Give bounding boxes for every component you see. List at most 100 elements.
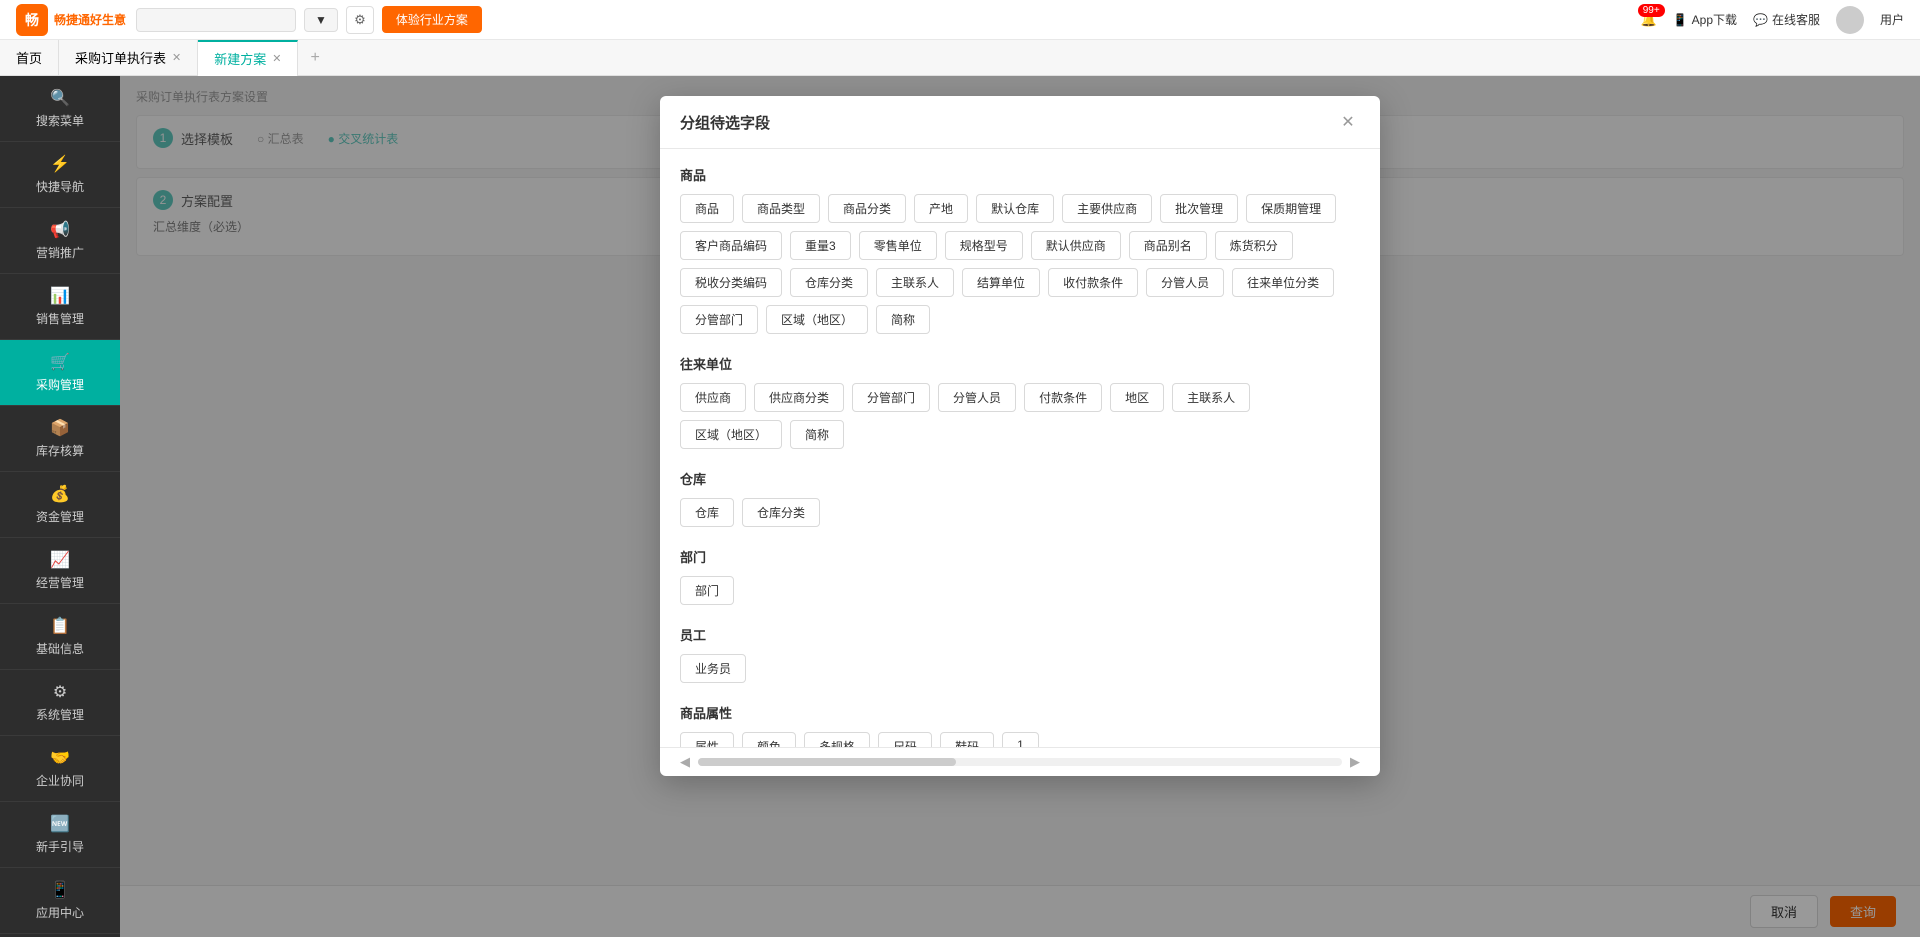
sidebar-item-search[interactable]: 🔍 搜索菜单 <box>0 76 120 142</box>
sidebar-item-enterprise-collab[interactable]: 🤝 企业协同 <box>0 736 120 802</box>
modal-close-button[interactable]: ✕ <box>1336 110 1360 134</box>
tab-add-button[interactable]: + <box>298 49 331 67</box>
notification-badge: 99+ <box>1638 4 1665 17</box>
field-tag-default-supplier[interactable]: 默认供应商 <box>1031 231 1121 260</box>
field-tag-supplier-category[interactable]: 供应商分类 <box>754 383 844 412</box>
operations-icon: 📈 <box>50 550 70 570</box>
field-tag-payment-terms[interactable]: 收付款条件 <box>1048 268 1138 297</box>
field-tag-area-region[interactable]: 区域（地区） <box>680 420 782 449</box>
search-icon: 🔍 <box>50 88 70 108</box>
field-tag-retail-unit[interactable]: 零售单位 <box>859 231 937 260</box>
section-warehouse-tags: 仓库 仓库分类 <box>680 498 1360 527</box>
logo-text: 畅捷通好生意 <box>54 11 126 28</box>
field-tag-counterparty-category[interactable]: 往来单位分类 <box>1232 268 1334 297</box>
field-tag-origin[interactable]: 产地 <box>914 194 968 223</box>
field-tag-goods[interactable]: 商品 <box>680 194 734 223</box>
sidebar: 🔍 搜索菜单 ⚡ 快捷导航 📢 营销推广 📊 销售管理 🛒 采购管理 📦 库存核… <box>0 76 120 937</box>
tab-purchase-order[interactable]: 采购订单执行表 ✕ <box>59 40 198 76</box>
field-tag-warehouse-cat[interactable]: 仓库分类 <box>742 498 820 527</box>
field-tag-supervisor[interactable]: 分管人员 <box>1146 268 1224 297</box>
scroll-right-arrow[interactable]: ▶ <box>1350 754 1360 770</box>
scroll-left-arrow[interactable]: ◀ <box>680 754 690 770</box>
field-tag-settlement-unit[interactable]: 结算单位 <box>962 268 1040 297</box>
section-warehouse: 仓库 仓库 仓库分类 <box>680 469 1360 527</box>
field-tag-goods-category[interactable]: 商品分类 <box>828 194 906 223</box>
field-tag-size[interactable]: 尺码 <box>878 732 932 747</box>
field-tag-salesperson[interactable]: 业务员 <box>680 654 746 683</box>
section-goods-tags: 商品 商品类型 商品分类 产地 默认仓库 主要供应商 批次管理 保质期管理 客户… <box>680 194 1360 334</box>
field-tag-dept-management[interactable]: 分管部门 <box>680 305 758 334</box>
sidebar-item-system[interactable]: ⚙ 系统管理 <box>0 670 120 736</box>
field-tag-payment-condition[interactable]: 付款条件 <box>1024 383 1102 412</box>
modal: 分组待选字段 ✕ 商品 商品 商品类型 商品分类 产地 默认仓库 主要供应商 <box>660 96 1380 776</box>
field-tag-short-name-cp[interactable]: 简称 <box>790 420 844 449</box>
field-tag-attribute[interactable]: 属性 <box>680 732 734 747</box>
sidebar-item-operations[interactable]: 📈 经营管理 <box>0 538 120 604</box>
field-tag-region-goods[interactable]: 区域（地区） <box>766 305 868 334</box>
field-tag-dept-person[interactable]: 分管人员 <box>938 383 1016 412</box>
section-employee: 员工 业务员 <box>680 625 1360 683</box>
new-guide-icon: 🆕 <box>50 814 70 834</box>
field-tag-weight3[interactable]: 重量3 <box>790 231 851 260</box>
tab-home[interactable]: 首页 <box>0 40 59 76</box>
field-tag-short-name-goods[interactable]: 简称 <box>876 305 930 334</box>
section-goods-title: 商品 <box>680 165 1360 184</box>
field-tag-customer-code[interactable]: 客户商品编码 <box>680 231 782 260</box>
field-tag-shelf-life[interactable]: 保质期管理 <box>1246 194 1336 223</box>
section-employee-title: 员工 <box>680 625 1360 644</box>
field-tag-main-supplier[interactable]: 主要供应商 <box>1062 194 1152 223</box>
tab-new-plan[interactable]: 新建方案 ✕ <box>198 40 298 76</box>
field-tag-main-contact[interactable]: 主联系人 <box>876 268 954 297</box>
app-center-icon: 📱 <box>50 880 70 900</box>
field-tag-default-warehouse[interactable]: 默认仓库 <box>976 194 1054 223</box>
horizontal-scrollbar[interactable] <box>698 758 1342 766</box>
sidebar-item-quick-nav[interactable]: ⚡ 快捷导航 <box>0 142 120 208</box>
download-icon: 📱 <box>1673 13 1688 27</box>
field-tag-warehouse-category[interactable]: 仓库分类 <box>790 268 868 297</box>
basic-info-icon: 📋 <box>50 616 70 636</box>
notification-area[interactable]: 🔔 99+ <box>1641 12 1657 28</box>
field-tag-batch-management[interactable]: 批次管理 <box>1160 194 1238 223</box>
sidebar-item-basic-info[interactable]: 📋 基础信息 <box>0 604 120 670</box>
content-area: 采购订单执行表方案设置 1 选择模板 ○ 汇总表 ● 交叉统计表 2 方案配置 … <box>120 76 1920 937</box>
gear-button[interactable]: ⚙ <box>346 6 374 34</box>
field-tag-goods-alias[interactable]: 商品别名 <box>1129 231 1207 260</box>
sidebar-item-new-guide[interactable]: 🆕 新手引导 <box>0 802 120 868</box>
section-counterparty-tags: 供应商 供应商分类 分管部门 分管人员 付款条件 地区 主联系人 区域（地区） … <box>680 383 1360 449</box>
tab-purchase-order-close[interactable]: ✕ <box>172 51 181 64</box>
field-tag-number-1[interactable]: 1 <box>1002 732 1039 747</box>
field-tag-spec-model[interactable]: 规格型号 <box>945 231 1023 260</box>
field-tag-warehouse[interactable]: 仓库 <box>680 498 734 527</box>
trial-button[interactable]: 体验行业方案 <box>382 6 482 33</box>
field-tag-region[interactable]: 地区 <box>1110 383 1164 412</box>
section-warehouse-title: 仓库 <box>680 469 1360 488</box>
enterprise-collab-icon: 🤝 <box>50 748 70 768</box>
sidebar-item-app-center[interactable]: 📱 应用中心 <box>0 868 120 934</box>
modal-overlay: 分组待选字段 ✕ 商品 商品 商品类型 商品分类 产地 默认仓库 主要供应商 <box>120 76 1920 937</box>
field-tag-supplier[interactable]: 供应商 <box>680 383 746 412</box>
search-input[interactable] <box>136 8 296 32</box>
field-tag-department[interactable]: 部门 <box>680 576 734 605</box>
field-tag-smelting-points[interactable]: 炼货积分 <box>1215 231 1293 260</box>
field-tag-multi-spec[interactable]: 多规格 <box>804 732 870 747</box>
field-tag-tax-code[interactable]: 税收分类编码 <box>680 268 782 297</box>
sidebar-item-purchase[interactable]: 🛒 采购管理 <box>0 340 120 406</box>
online-service-link[interactable]: 💬 在线客服 <box>1753 11 1820 28</box>
sidebar-item-inventory[interactable]: 📦 库存核算 <box>0 406 120 472</box>
field-tag-color[interactable]: 颜色 <box>742 732 796 747</box>
modal-body[interactable]: 商品 商品 商品类型 商品分类 产地 默认仓库 主要供应商 批次管理 保质期管理… <box>660 149 1380 747</box>
app-download-link[interactable]: 📱 App下载 <box>1673 11 1737 28</box>
user-avatar[interactable] <box>1836 6 1864 34</box>
modal-footer-scroll: ◀ ▶ <box>660 747 1380 776</box>
section-goods-attrs: 商品属性 属性 颜色 多规格 尺码 鞋码 1 <box>680 703 1360 747</box>
field-tag-shoe-size[interactable]: 鞋码 <box>940 732 994 747</box>
sidebar-item-finance[interactable]: 💰 资金管理 <box>0 472 120 538</box>
search-dropdown[interactable]: ▼ <box>304 8 338 32</box>
sidebar-item-sales[interactable]: 📊 销售管理 <box>0 274 120 340</box>
tab-new-plan-close[interactable]: ✕ <box>272 52 281 65</box>
field-tag-goods-type[interactable]: 商品类型 <box>742 194 820 223</box>
field-tag-main-contact-cp[interactable]: 主联系人 <box>1172 383 1250 412</box>
sidebar-item-marketing[interactable]: 📢 营销推广 <box>0 208 120 274</box>
field-tag-dept-mgmt[interactable]: 分管部门 <box>852 383 930 412</box>
service-icon: 💬 <box>1753 13 1768 27</box>
